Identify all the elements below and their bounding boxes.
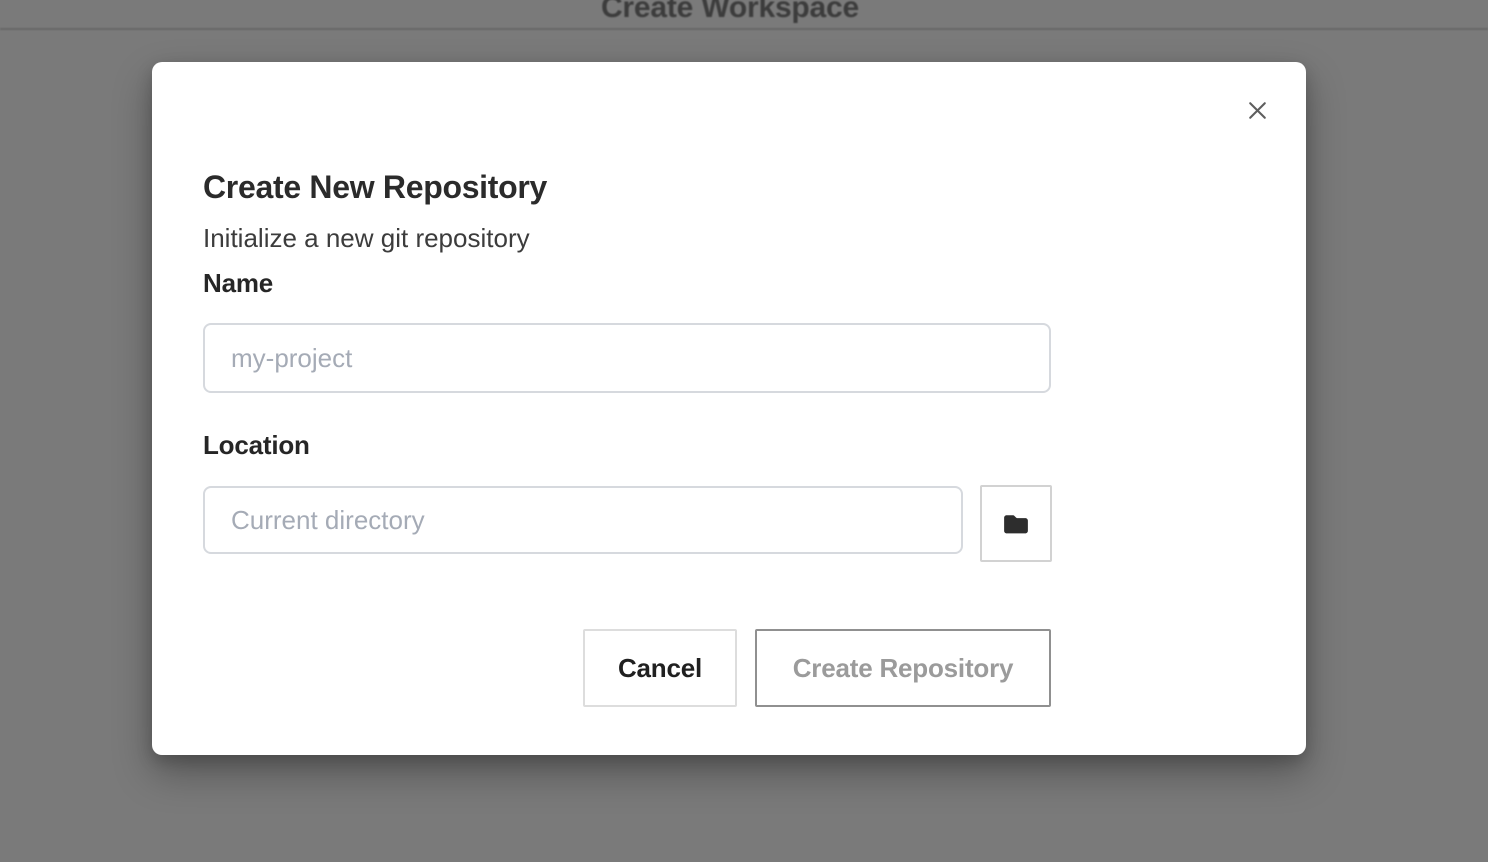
location-field-label: Location <box>203 430 310 461</box>
name-field-label: Name <box>203 268 273 299</box>
browse-directory-button[interactable] <box>980 485 1052 562</box>
screen: Create Workspace Create New Repository I… <box>0 0 1488 862</box>
cancel-button[interactable]: Cancel <box>583 629 737 707</box>
create-repository-button[interactable]: Create Repository <box>755 629 1051 707</box>
location-input[interactable] <box>203 486 963 554</box>
name-input[interactable] <box>203 323 1051 393</box>
dialog-title: Create New Repository <box>203 167 547 207</box>
folder-icon <box>1001 509 1031 539</box>
dialog-subtitle: Initialize a new git repository <box>203 222 530 255</box>
close-icon <box>1245 98 1270 123</box>
close-button[interactable] <box>1241 94 1273 126</box>
create-repository-dialog: Create New Repository Initialize a new g… <box>152 62 1306 755</box>
